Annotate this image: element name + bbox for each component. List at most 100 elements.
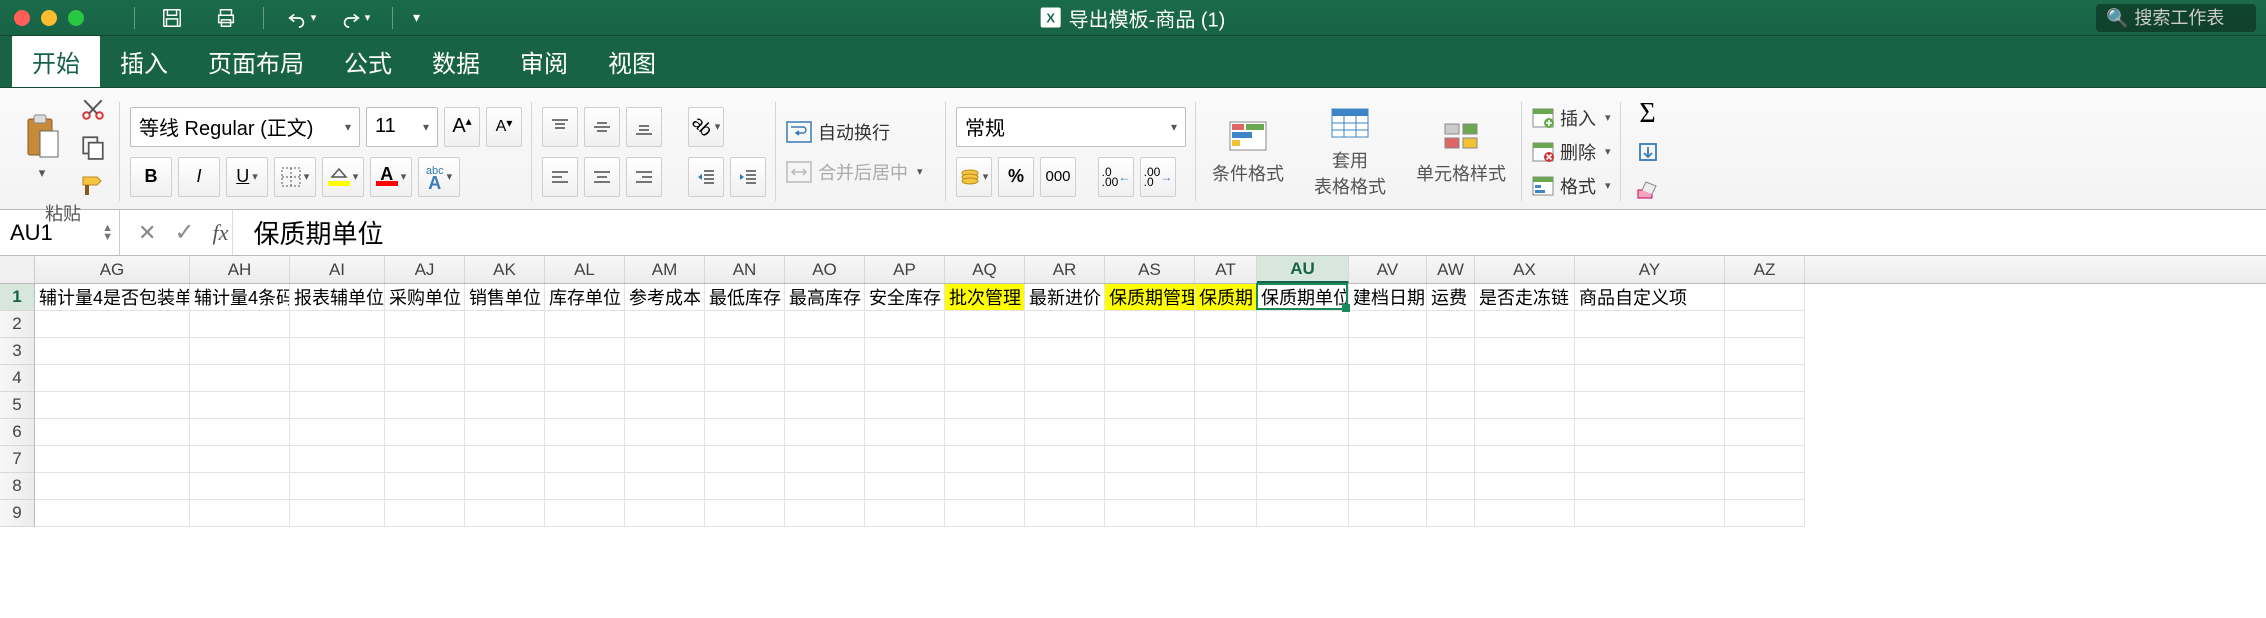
row-header-6[interactable]: 6 <box>0 419 34 446</box>
col-header-AL[interactable]: AL <box>545 256 625 283</box>
cell-AX4[interactable] <box>1475 365 1575 392</box>
cell-AN6[interactable] <box>705 419 785 446</box>
cell-AZ3[interactable] <box>1725 338 1805 365</box>
conditional-format-button[interactable]: 条件格式 <box>1206 112 1290 192</box>
cell-AN4[interactable] <box>705 365 785 392</box>
cell-AO7[interactable] <box>785 446 865 473</box>
cell-AG7[interactable] <box>35 446 190 473</box>
cell-AR5[interactable] <box>1025 392 1105 419</box>
cell-AJ3[interactable] <box>385 338 465 365</box>
cells-area[interactable]: 辅计量4是否包装单位辅计量4条码报表辅单位采购单位销售单位库存单位参考成本最低库… <box>35 284 1805 527</box>
cell-AJ4[interactable] <box>385 365 465 392</box>
phonetic-button[interactable]: abcA▾ <box>418 157 460 197</box>
tab-页面布局[interactable]: 页面布局 <box>188 34 324 87</box>
cell-AX5[interactable] <box>1475 392 1575 419</box>
col-header-AN[interactable]: AN <box>705 256 785 283</box>
cell-AH6[interactable] <box>190 419 290 446</box>
borders-button[interactable]: ▾ <box>274 157 316 197</box>
cell-AX6[interactable] <box>1475 419 1575 446</box>
cell-AL6[interactable] <box>545 419 625 446</box>
cell-AS7[interactable] <box>1105 446 1195 473</box>
cell-AP7[interactable] <box>865 446 945 473</box>
cell-AG1[interactable]: 辅计量4是否包装单位 <box>35 284 190 311</box>
cell-AZ6[interactable] <box>1725 419 1805 446</box>
cell-AW2[interactable] <box>1427 311 1475 338</box>
clear-icon[interactable] <box>1631 175 1665 205</box>
cell-AH3[interactable] <box>190 338 290 365</box>
formula-content[interactable]: 保质期单位 <box>232 210 383 255</box>
cell-AH2[interactable] <box>190 311 290 338</box>
cell-AW8[interactable] <box>1427 473 1475 500</box>
row-header-3[interactable]: 3 <box>0 338 34 365</box>
select-all-corner[interactable] <box>0 256 35 283</box>
namebox-stepper[interactable]: ▲▼ <box>102 224 113 242</box>
cell-AI9[interactable] <box>290 500 385 527</box>
cell-AX1[interactable]: 是否走冻链 <box>1475 284 1575 311</box>
cell-AY7[interactable] <box>1575 446 1725 473</box>
minimize-window-button[interactable] <box>41 10 57 26</box>
cell-AJ5[interactable] <box>385 392 465 419</box>
cell-AW5[interactable] <box>1427 392 1475 419</box>
cell-AI4[interactable] <box>290 365 385 392</box>
cell-AS3[interactable] <box>1105 338 1195 365</box>
cell-AK9[interactable] <box>465 500 545 527</box>
cell-AO5[interactable] <box>785 392 865 419</box>
cell-AM5[interactable] <box>625 392 705 419</box>
cell-AM4[interactable] <box>625 365 705 392</box>
fx-icon[interactable]: fx <box>213 220 229 246</box>
cell-AT3[interactable] <box>1195 338 1257 365</box>
cell-AV6[interactable] <box>1349 419 1427 446</box>
comma-icon[interactable]: 000 <box>1040 157 1076 197</box>
cell-AL7[interactable] <box>545 446 625 473</box>
cell-AH9[interactable] <box>190 500 290 527</box>
cell-AP4[interactable] <box>865 365 945 392</box>
cell-AV2[interactable] <box>1349 311 1427 338</box>
font-color-button[interactable]: A▾ <box>370 157 412 197</box>
column-headers[interactable]: AGAHAIAJAKALAMANAOAPAQARASATAUAVAWAXAYAZ <box>0 256 2266 284</box>
cell-AU6[interactable] <box>1257 419 1349 446</box>
align-right-icon[interactable] <box>626 157 662 197</box>
cell-AO3[interactable] <box>785 338 865 365</box>
cell-AU9[interactable] <box>1257 500 1349 527</box>
cell-AZ2[interactable] <box>1725 311 1805 338</box>
cell-AQ5[interactable] <box>945 392 1025 419</box>
cell-AG9[interactable] <box>35 500 190 527</box>
cell-AH5[interactable] <box>190 392 290 419</box>
col-header-AU[interactable]: AU <box>1257 256 1349 283</box>
cell-AS8[interactable] <box>1105 473 1195 500</box>
cell-AQ2[interactable] <box>945 311 1025 338</box>
cell-AJ7[interactable] <box>385 446 465 473</box>
align-bottom-icon[interactable] <box>626 107 662 147</box>
cell-AK6[interactable] <box>465 419 545 446</box>
spreadsheet-grid[interactable]: AGAHAIAJAKALAMANAOAPAQARASATAUAVAWAXAYAZ… <box>0 256 2266 527</box>
autosum-icon[interactable]: Σ <box>1631 99 1665 129</box>
cell-AP3[interactable] <box>865 338 945 365</box>
col-header-AR[interactable]: AR <box>1025 256 1105 283</box>
col-header-AT[interactable]: AT <box>1195 256 1257 283</box>
tab-开始[interactable]: 开始 <box>12 34 100 87</box>
cell-AU5[interactable] <box>1257 392 1349 419</box>
confirm-edit-icon[interactable]: ✓ <box>174 218 194 247</box>
cell-AX7[interactable] <box>1475 446 1575 473</box>
cell-AY4[interactable] <box>1575 365 1725 392</box>
cell-AU4[interactable] <box>1257 365 1349 392</box>
orientation-icon[interactable]: ab▾ <box>688 107 724 147</box>
wrap-text-button[interactable]: 自动换行 <box>786 119 936 145</box>
cell-AO4[interactable] <box>785 365 865 392</box>
cell-AZ8[interactable] <box>1725 473 1805 500</box>
number-format-combo[interactable]: 常规▾ <box>956 107 1186 147</box>
cell-AJ9[interactable] <box>385 500 465 527</box>
cell-AP8[interactable] <box>865 473 945 500</box>
format-cells-button[interactable]: 格式▾ <box>1532 173 1611 199</box>
cell-AL9[interactable] <box>545 500 625 527</box>
cell-AQ3[interactable] <box>945 338 1025 365</box>
cell-AT6[interactable] <box>1195 419 1257 446</box>
align-center-icon[interactable] <box>584 157 620 197</box>
cell-AI6[interactable] <box>290 419 385 446</box>
tab-数据[interactable]: 数据 <box>412 34 500 87</box>
cell-AN9[interactable] <box>705 500 785 527</box>
cell-AT5[interactable] <box>1195 392 1257 419</box>
align-top-icon[interactable] <box>542 107 578 147</box>
cell-AM2[interactable] <box>625 311 705 338</box>
row-header-1[interactable]: 1 <box>0 284 34 311</box>
